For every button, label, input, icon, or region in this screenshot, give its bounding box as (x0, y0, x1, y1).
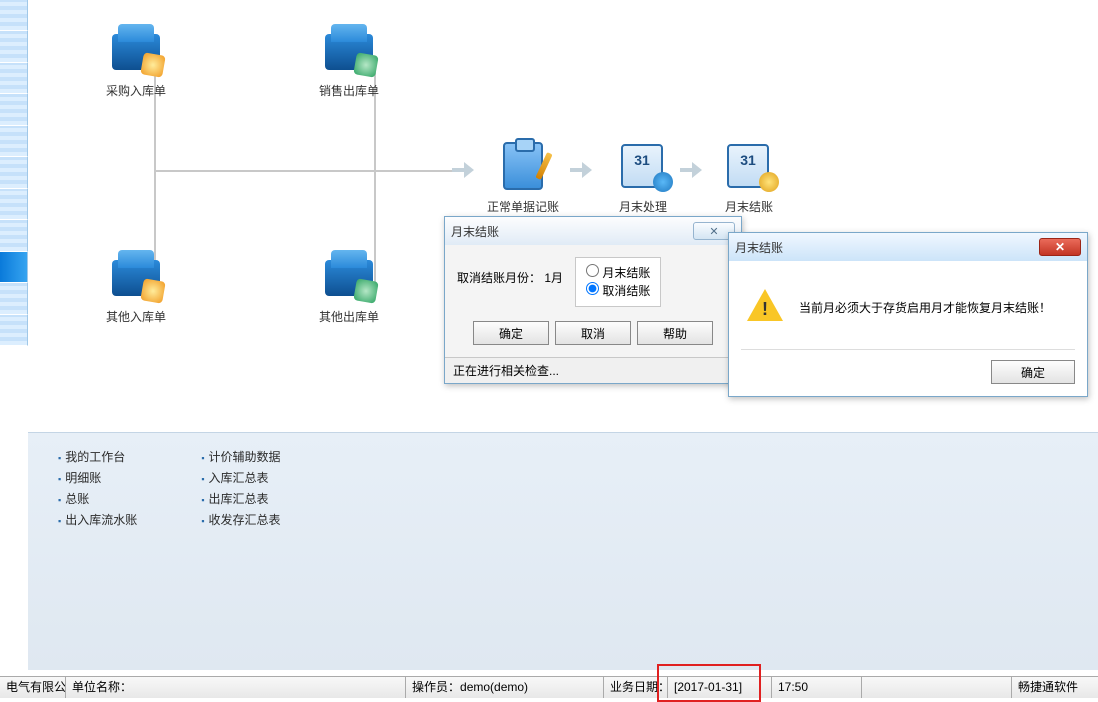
close-button[interactable]: ✕ (1039, 238, 1081, 256)
link-general-ledger[interactable]: 总账 (58, 489, 198, 510)
box-other-in-icon (104, 250, 168, 304)
node-label: 采购入库单 (91, 82, 181, 99)
link-srf-summary[interactable]: 收发存汇总表 (201, 510, 341, 531)
link-in-summary[interactable]: 入库汇总表 (201, 468, 341, 489)
rail-segment[interactable] (0, 315, 28, 346)
node-sales-out[interactable]: 销售出库单 (304, 24, 394, 99)
link-column-left: 我的工作台 明细账 总账 出入库流水账 (58, 447, 198, 531)
node-normal-post[interactable]: 正常单据记账 (478, 140, 568, 215)
ok-button[interactable]: 确定 (991, 360, 1075, 384)
shortcut-panel: 我的工作台 明细账 总账 出入库流水账 计价辅助数据 入库汇总表 出库汇总表 收… (28, 432, 1098, 670)
calendar-gear-icon (611, 140, 675, 194)
dialog-title: 月末结账 (451, 223, 499, 240)
node-label: 月末处理 (598, 198, 688, 215)
arrow-icon (570, 162, 594, 178)
dialog-titlebar[interactable]: 月末结账 ✕ (445, 217, 741, 245)
ok-button[interactable]: 确定 (473, 321, 549, 345)
radio-cancel-close[interactable]: 取消结账 (586, 282, 650, 300)
box-in-icon (104, 24, 168, 78)
link-inout-journal[interactable]: 出入库流水账 (58, 510, 198, 531)
dialog-title: 月末结账 (735, 239, 783, 256)
box-out-icon (317, 24, 381, 78)
help-button[interactable]: 帮助 (637, 321, 713, 345)
status-operator: 操作员：demo(demo) (406, 677, 604, 698)
dialog-titlebar[interactable]: 月末结账 ✕ (729, 233, 1087, 261)
cancel-month-value: 1月 (544, 271, 563, 285)
status-bar: 电气有限公 单位名称： 操作员：demo(demo) 业务日期： [2017-0… (0, 676, 1098, 698)
rail-spacer (0, 346, 28, 670)
arrow-icon (452, 162, 476, 178)
link-my-workbench[interactable]: 我的工作台 (58, 447, 198, 468)
rail-segment[interactable] (0, 283, 28, 314)
node-label: 正常单据记账 (478, 198, 568, 215)
status-operator-label: 操作员： (412, 680, 460, 694)
workflow-canvas: 采购入库单 销售出库单 其他入库单 其他出库单 正常单据记账 月末处理 月末结账… (28, 0, 1098, 432)
status-spacer (862, 677, 1012, 698)
link-detail-ledger[interactable]: 明细账 (58, 468, 198, 489)
clipboard-icon (491, 140, 555, 194)
status-operator-value: demo(demo) (460, 680, 528, 694)
radio-label: 月末结账 (602, 266, 650, 280)
rail-segment[interactable] (0, 157, 28, 188)
node-month-process[interactable]: 月末处理 (598, 140, 688, 215)
node-label: 月末结账 (704, 198, 794, 215)
alert-dialog: 月末结账 ✕ 当前月必须大于存货启用月才能恢复月末结账！ 确定 (728, 232, 1088, 397)
rail-segment[interactable] (0, 220, 28, 251)
rail-segment[interactable] (0, 31, 28, 62)
status-bizdate-value: [2017-01-31] (668, 677, 772, 698)
rail-segment[interactable] (0, 0, 28, 31)
box-other-out-icon (317, 250, 381, 304)
node-label: 销售出库单 (304, 82, 394, 99)
node-month-close[interactable]: 月末结账 (704, 140, 794, 215)
node-label: 其他出库单 (304, 308, 394, 325)
rail-segment[interactable] (0, 189, 28, 220)
left-nav-rail (0, 0, 28, 346)
status-bizdate-label: 业务日期： (604, 677, 668, 698)
radio-group: 月末结账 取消结账 (575, 257, 661, 307)
status-vendor: 畅捷通软件 (1012, 677, 1098, 698)
node-purchase-in[interactable]: 采购入库单 (91, 24, 181, 99)
node-other-in[interactable]: 其他入库单 (91, 250, 181, 325)
cancel-month-label: 取消结账月份： (457, 271, 541, 285)
node-label: 其他入库单 (91, 308, 181, 325)
alert-message: 当前月必须大于存货启用月才能恢复月末结账！ (799, 299, 1051, 316)
month-close-dialog: 月末结账 ✕ 取消结账月份： 1月 月末结账 取消结账 确定 取消 帮助 正在进… (444, 216, 742, 384)
radio-month-close[interactable]: 月末结账 (586, 264, 650, 282)
dialog-status: 正在进行相关检查... (445, 357, 741, 383)
status-time: 17:50 (772, 677, 862, 698)
rail-segment[interactable] (0, 63, 28, 94)
rail-segment[interactable] (0, 126, 28, 157)
cancel-button[interactable]: 取消 (555, 321, 631, 345)
status-company: 电气有限公 (0, 677, 66, 698)
node-other-out[interactable]: 其他出库单 (304, 250, 394, 325)
link-column-right: 计价辅助数据 入库汇总表 出库汇总表 收发存汇总表 (201, 447, 341, 531)
rail-segment[interactable] (0, 94, 28, 125)
link-pricing-aux[interactable]: 计价辅助数据 (201, 447, 341, 468)
rail-segment-active[interactable] (0, 252, 28, 283)
radio-label: 取消结账 (602, 284, 650, 298)
calendar-coin-icon (717, 140, 781, 194)
warning-icon (747, 289, 783, 325)
status-unit: 单位名称： (66, 677, 406, 698)
connector (154, 170, 456, 172)
link-out-summary[interactable]: 出库汇总表 (201, 489, 341, 510)
